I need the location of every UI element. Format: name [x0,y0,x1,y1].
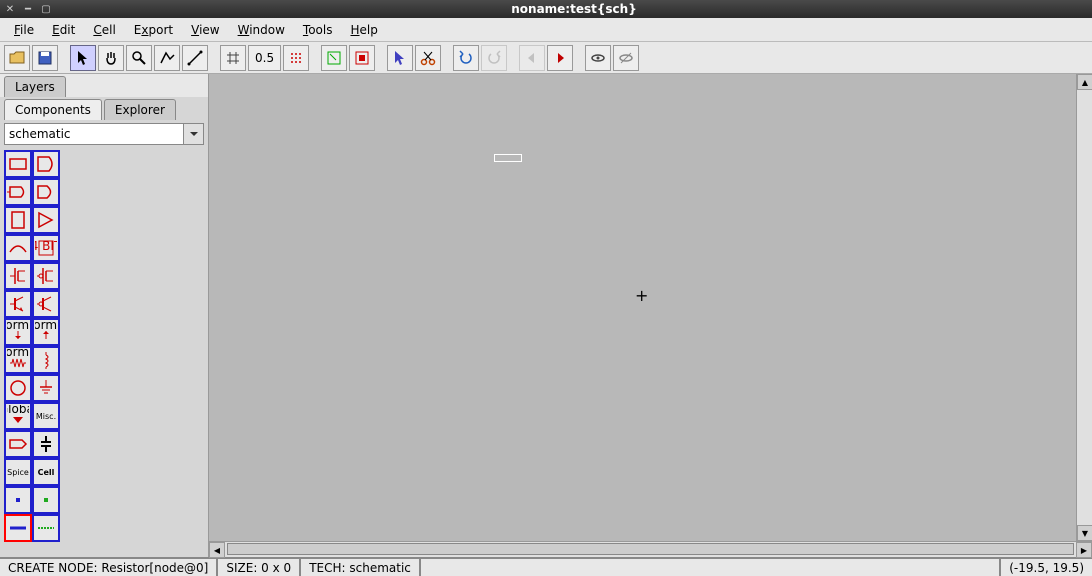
status-create-node: CREATE NODE: Resistor[node@0] [0,559,218,576]
scroll-down-icon[interactable]: ▼ [1077,525,1092,541]
maximize-icon[interactable]: ▢ [40,3,52,15]
menu-window[interactable]: Window [230,21,293,39]
canvas-area: + ▲ ▼ ◀ ▶ [209,74,1092,557]
comp-bus[interactable]: 4 BIT [32,234,60,262]
comp-nmos4[interactable]: Normal [4,318,32,346]
redo-button[interactable] [481,45,507,71]
tab-layers[interactable]: Layers [4,76,66,97]
toggle-grid-button[interactable] [220,45,246,71]
comp-arc-green[interactable] [32,514,60,542]
status-spacer [421,559,1001,576]
menu-help[interactable]: Help [343,21,386,39]
comp-nmos[interactable] [4,262,32,290]
menu-edit[interactable]: Edit [44,21,83,39]
component-palette: 4 BIT Normal Normal Normal [0,148,208,544]
statusbar: CREATE NODE: Resistor[node@0] SIZE: 0 x … [0,557,1092,576]
menu-cell[interactable]: Cell [85,21,123,39]
status-coords: (-19.5, 19.5) [1001,559,1092,576]
menu-file[interactable]: File [6,21,42,39]
window-title: noname:test{sch} [60,2,1088,16]
menu-export[interactable]: Export [126,21,181,39]
side-tabs-bottom: Components Explorer [0,97,208,120]
area-select-button[interactable] [349,45,375,71]
comp-wire[interactable] [4,234,32,262]
pan-tool-button[interactable] [98,45,124,71]
comp-arc-blue[interactable] [4,514,32,542]
undo-button[interactable] [453,45,479,71]
selection-rect [494,154,522,162]
main-area: Layers Components Explorer [0,74,1092,557]
scroll-right-icon[interactable]: ▶ [1076,542,1092,558]
window-controls: ✕ ━ ▢ [4,3,52,15]
grid-size-field[interactable]: 0.5 [248,45,281,71]
comp-flipflop[interactable] [4,206,32,234]
comp-cell[interactable]: Cell [32,458,60,486]
comp-global[interactable]: Global [4,402,32,430]
grid-align-button[interactable] [283,45,309,71]
save-button[interactable] [32,45,58,71]
toolbar: 0.5 [0,42,1092,74]
comp-pmos4[interactable]: Normal [32,318,60,346]
comp-inductor[interactable] [32,346,60,374]
menubar: File Edit Cell Export View Window Tools … [0,18,1092,42]
comp-inverter[interactable] [32,206,60,234]
menu-view[interactable]: View [183,21,227,39]
editing-canvas[interactable]: + [209,74,1076,541]
scroll-up-icon[interactable]: ▲ [1077,74,1092,90]
comp-capacitor[interactable] [32,430,60,458]
comp-offpage[interactable] [4,430,32,458]
technology-field[interactable] [4,123,184,145]
back-button[interactable] [519,45,545,71]
select-tool-button[interactable] [70,45,96,71]
edit-select-button[interactable] [387,45,413,71]
status-tech: TECH: schematic [301,559,421,576]
tab-components[interactable]: Components [4,99,102,120]
dropdown-arrow-icon[interactable] [184,123,204,145]
horizontal-scrollbar[interactable]: ◀ ▶ [209,541,1092,557]
cut-button[interactable] [415,45,441,71]
comp-misc[interactable]: Misc. [32,402,60,430]
tab-explorer[interactable]: Explorer [104,99,176,120]
svg-text:Normal: Normal [35,321,57,332]
comp-wire-pin[interactable] [4,150,32,178]
technology-dropdown[interactable] [4,123,204,145]
svg-text:Normal: Normal [7,321,29,332]
svg-text:4 BIT: 4 BIT [35,239,57,253]
comp-power[interactable] [4,374,32,402]
comp-spice[interactable]: Spice [4,458,32,486]
comp-ground[interactable] [32,374,60,402]
status-size: SIZE: 0 x 0 [218,559,301,576]
minimize-icon[interactable]: ━ [22,3,34,15]
svg-text:Normal: Normal [7,349,29,359]
vertical-scrollbar[interactable]: ▲ ▼ [1076,74,1092,541]
menu-tools[interactable]: Tools [295,21,341,39]
scroll-left-icon[interactable]: ◀ [209,542,225,558]
close-icon[interactable]: ✕ [4,3,16,15]
forward-button[interactable] [547,45,573,71]
comp-bus-pin[interactable] [32,150,60,178]
comp-buffer[interactable] [4,178,32,206]
unexpand-button[interactable] [613,45,639,71]
side-tabs-top: Layers [0,74,208,97]
scroll-thumb[interactable] [227,543,1074,555]
comp-pnp[interactable] [32,290,60,318]
comp-and[interactable] [32,178,60,206]
crosshair-cursor: + [635,286,648,305]
outline-tool-button[interactable] [154,45,180,71]
object-select-button[interactable] [321,45,347,71]
comp-npn[interactable] [4,290,32,318]
comp-resistor[interactable]: Normal [4,346,32,374]
expand-button[interactable] [585,45,611,71]
titlebar: ✕ ━ ▢ noname:test{sch} [0,0,1092,18]
svg-text:Global: Global [7,405,29,416]
comp-node-green[interactable] [32,486,60,514]
comp-pmos[interactable] [32,262,60,290]
side-panel: Layers Components Explorer [0,74,209,557]
measure-tool-button[interactable] [182,45,208,71]
open-button[interactable] [4,45,30,71]
zoom-tool-button[interactable] [126,45,152,71]
comp-node-blue[interactable] [4,486,32,514]
